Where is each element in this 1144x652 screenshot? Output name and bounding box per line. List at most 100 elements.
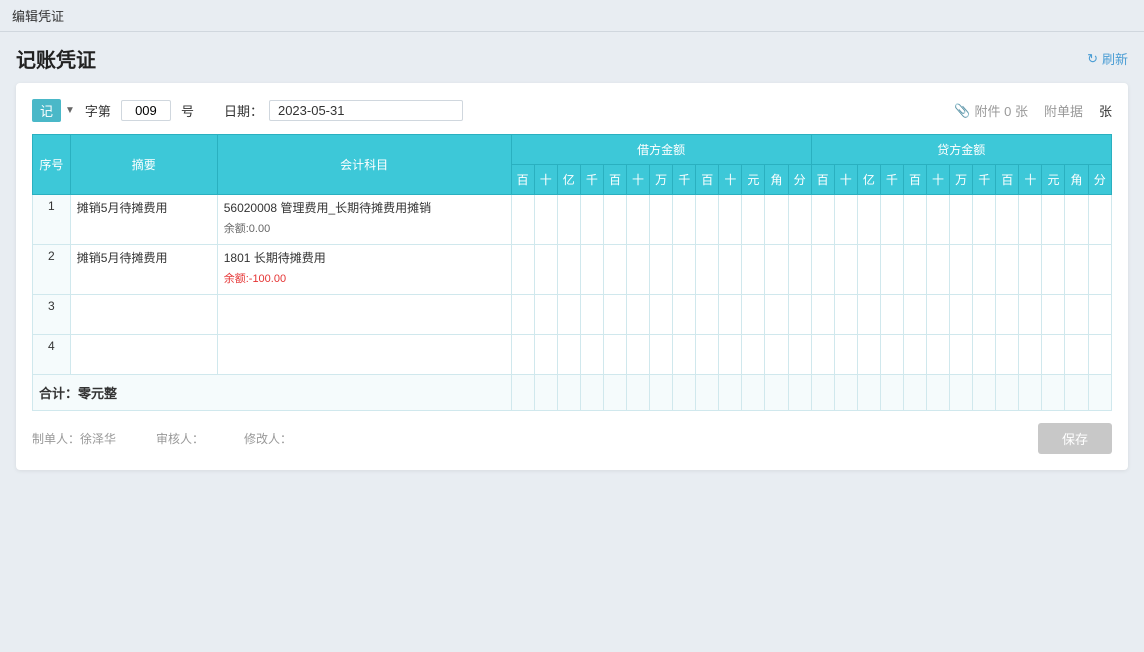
row-2-debit-7[interactable] [650,245,673,295]
row-2-debit-12[interactable] [765,245,788,295]
row-2-credit-10[interactable] [1019,245,1042,295]
row-4-credit-2[interactable] [834,335,857,375]
row-4-debit-1[interactable] [511,335,534,375]
row-2-credit-13[interactable] [1088,245,1111,295]
row-2-credit-6[interactable] [927,245,950,295]
row-4-debit-10[interactable] [719,335,742,375]
row-2-debit-13[interactable] [788,245,811,295]
row-2-account[interactable]: 1801 长期待摊费用余额:-100.00 [217,245,511,295]
row-1-debit-10[interactable] [719,195,742,245]
row-3-debit-13[interactable] [788,295,811,335]
row-2-debit-11[interactable] [742,245,765,295]
row-1-credit-2[interactable] [834,195,857,245]
row-3-debit-5[interactable] [603,295,626,335]
row-1-debit-11[interactable] [742,195,765,245]
row-3-debit-3[interactable] [557,295,580,335]
row-3-credit-7[interactable] [950,295,973,335]
row-2-credit-8[interactable] [973,245,996,295]
row-4-debit-12[interactable] [765,335,788,375]
row-4-credit-9[interactable] [996,335,1019,375]
row-1-credit-6[interactable] [927,195,950,245]
attachment-link[interactable]: 📎 附件 0 张 [954,101,1028,120]
row-4-debit-2[interactable] [534,335,557,375]
row-3-summary[interactable] [70,295,217,335]
fj-button[interactable]: 附单据 [1044,101,1083,120]
row-3-debit-1[interactable] [511,295,534,335]
row-4-credit-5[interactable] [903,335,926,375]
row-2-debit-8[interactable] [673,245,696,295]
row-4-debit-4[interactable] [580,335,603,375]
row-1-credit-3[interactable] [857,195,880,245]
row-4-credit-1[interactable] [811,335,834,375]
row-3-account[interactable] [217,295,511,335]
row-3-credit-9[interactable] [996,295,1019,335]
row-1-debit-13[interactable] [788,195,811,245]
row-1-debit-3[interactable] [557,195,580,245]
row-1-credit-12[interactable] [1065,195,1088,245]
row-2-credit-9[interactable] [996,245,1019,295]
row-1-credit-4[interactable] [880,195,903,245]
row-2-debit-10[interactable] [719,245,742,295]
row-1-debit-6[interactable] [627,195,650,245]
row-2-credit-3[interactable] [857,245,880,295]
row-3-debit-7[interactable] [650,295,673,335]
table-row[interactable]: 1摊销5月待摊费用56020008 管理费用_长期待摊费用摊销余额:0.00 [33,195,1112,245]
row-3-credit-1[interactable] [811,295,834,335]
row-1-summary[interactable]: 摊销5月待摊费用 [70,195,217,245]
row-2-debit-3[interactable] [557,245,580,295]
row-4-debit-8[interactable] [673,335,696,375]
row-3-debit-10[interactable] [719,295,742,335]
row-2-debit-6[interactable] [627,245,650,295]
row-4-debit-3[interactable] [557,335,580,375]
row-2-credit-4[interactable] [880,245,903,295]
row-2-credit-11[interactable] [1042,245,1065,295]
row-1-credit-13[interactable] [1088,195,1111,245]
voucher-type-label[interactable]: 记 [32,99,61,122]
row-2-debit-9[interactable] [696,245,719,295]
row-3-credit-8[interactable] [973,295,996,335]
row-2-credit-2[interactable] [834,245,857,295]
table-row[interactable]: 3 [33,295,1112,335]
row-2-credit-5[interactable] [903,245,926,295]
table-row[interactable]: 2摊销5月待摊费用1801 长期待摊费用余额:-100.00 [33,245,1112,295]
row-3-credit-2[interactable] [834,295,857,335]
row-1-credit-1[interactable] [811,195,834,245]
row-4-credit-13[interactable] [1088,335,1111,375]
row-3-credit-6[interactable] [927,295,950,335]
row-3-debit-11[interactable] [742,295,765,335]
row-4-credit-12[interactable] [1065,335,1088,375]
row-4-credit-8[interactable] [973,335,996,375]
row-1-debit-2[interactable] [534,195,557,245]
row-1-debit-4[interactable] [580,195,603,245]
row-2-debit-4[interactable] [580,245,603,295]
row-3-debit-2[interactable] [534,295,557,335]
row-4-debit-5[interactable] [603,335,626,375]
row-4-account[interactable] [217,335,511,375]
row-4-credit-10[interactable] [1019,335,1042,375]
row-4-debit-11[interactable] [742,335,765,375]
voucher-number-input[interactable] [121,100,171,121]
row-3-credit-11[interactable] [1042,295,1065,335]
row-1-debit-9[interactable] [696,195,719,245]
row-1-credit-5[interactable] [903,195,926,245]
row-3-credit-10[interactable] [1019,295,1042,335]
row-2-debit-1[interactable] [511,245,534,295]
row-2-debit-5[interactable] [603,245,626,295]
row-4-credit-3[interactable] [857,335,880,375]
row-3-credit-3[interactable] [857,295,880,335]
date-input[interactable] [269,100,463,121]
row-3-credit-12[interactable] [1065,295,1088,335]
row-1-credit-9[interactable] [996,195,1019,245]
save-button[interactable]: 保存 [1038,423,1112,454]
row-1-credit-7[interactable] [950,195,973,245]
row-4-credit-7[interactable] [950,335,973,375]
row-3-credit-5[interactable] [903,295,926,335]
row-4-debit-13[interactable] [788,335,811,375]
row-1-credit-8[interactable] [973,195,996,245]
row-3-credit-13[interactable] [1088,295,1111,335]
row-3-debit-9[interactable] [696,295,719,335]
row-1-debit-5[interactable] [603,195,626,245]
row-1-debit-7[interactable] [650,195,673,245]
row-3-debit-4[interactable] [580,295,603,335]
row-4-credit-4[interactable] [880,335,903,375]
